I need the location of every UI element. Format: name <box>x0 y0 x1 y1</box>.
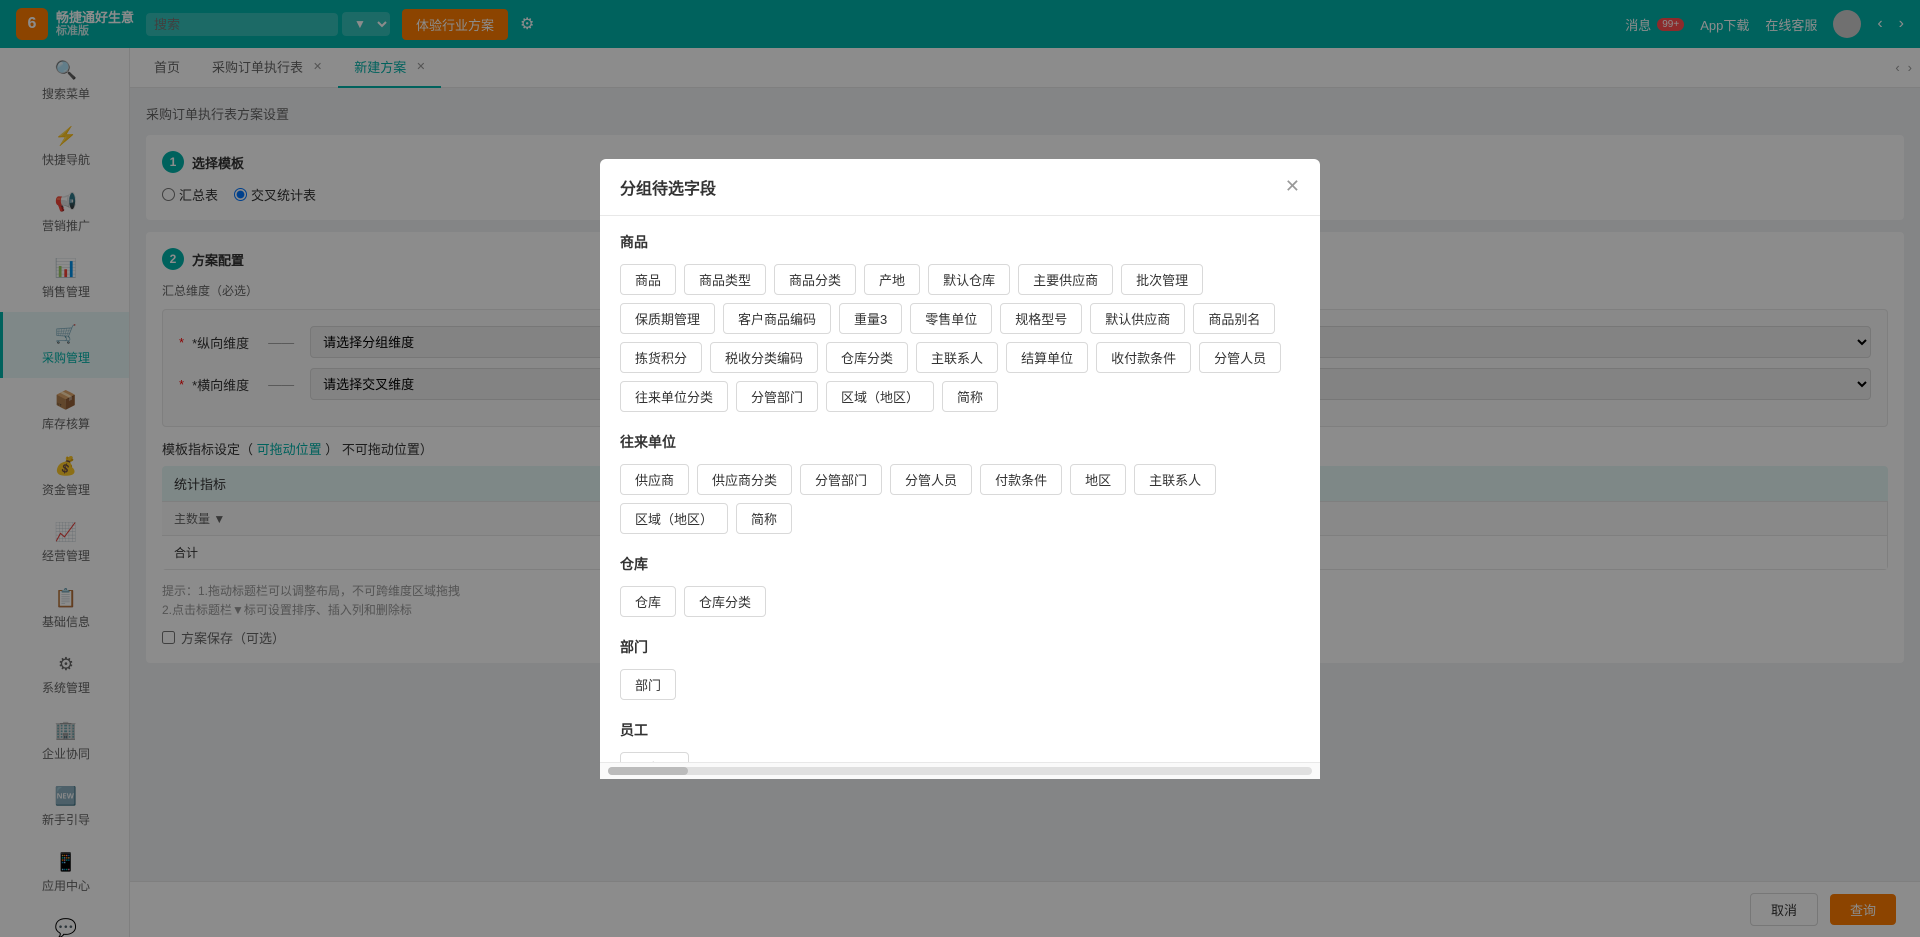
field-tag[interactable]: 结算单位 <box>1006 342 1088 373</box>
field-tag[interactable]: 主联系人 <box>1134 464 1216 495</box>
field-tags-employee: 业务员 <box>620 752 1300 762</box>
field-section-employee: 员工 业务员 <box>620 720 1300 762</box>
field-tag[interactable]: 产地 <box>864 264 920 295</box>
modal-overlay[interactable]: 分组待选字段 ✕ 商品 商品商品类型商品分类产地默认仓库主要供应商批次管理保质期… <box>0 0 1920 937</box>
field-tag[interactable]: 主要供应商 <box>1018 264 1113 295</box>
field-tag[interactable]: 分管人员 <box>1199 342 1281 373</box>
field-tag[interactable]: 保质期管理 <box>620 303 715 334</box>
modal-close-button[interactable]: ✕ <box>1285 176 1300 197</box>
field-tags-goods: 商品商品类型商品分类产地默认仓库主要供应商批次管理保质期管理客户商品编码重量3 零… <box>620 264 1300 412</box>
field-tag[interactable]: 简称 <box>736 503 792 534</box>
modal-header: 分组待选字段 ✕ <box>600 159 1320 216</box>
field-tag[interactable]: 分管部门 <box>800 464 882 495</box>
field-tag[interactable]: 拣货积分 <box>620 342 702 373</box>
section-title-warehouse: 仓库 <box>620 554 1300 574</box>
field-section-partner: 往来单位 供应商供应商分类分管部门分管人员付款条件地区主联系人区域（地区） 简称 <box>620 432 1300 534</box>
field-tag[interactable]: 供应商 <box>620 464 689 495</box>
field-tag[interactable]: 客户商品编码 <box>723 303 831 334</box>
modal-title: 分组待选字段 <box>620 175 716 199</box>
modal-scrollbar[interactable] <box>600 762 1320 779</box>
field-section-department: 部门 部门 <box>620 637 1300 700</box>
field-tag[interactable]: 仓库分类 <box>684 586 766 617</box>
field-tags-department: 部门 <box>620 669 1300 700</box>
field-tag[interactable]: 规格型号 <box>1000 303 1082 334</box>
modal: 分组待选字段 ✕ 商品 商品商品类型商品分类产地默认仓库主要供应商批次管理保质期… <box>600 159 1320 779</box>
field-tag[interactable]: 商品别名 <box>1193 303 1275 334</box>
field-tag[interactable]: 仓库 <box>620 586 676 617</box>
field-tag[interactable]: 付款条件 <box>980 464 1062 495</box>
field-tag[interactable]: 业务员 <box>620 752 689 762</box>
field-tag[interactable]: 默认仓库 <box>928 264 1010 295</box>
field-tag[interactable]: 区域（地区） <box>826 381 934 412</box>
section-title-employee: 员工 <box>620 720 1300 740</box>
field-tag[interactable]: 商品分类 <box>774 264 856 295</box>
field-tags-partner: 供应商供应商分类分管部门分管人员付款条件地区主联系人区域（地区） 简称 <box>620 464 1300 534</box>
field-tag[interactable]: 仓库分类 <box>826 342 908 373</box>
field-tag[interactable]: 重量3 <box>839 303 902 334</box>
field-tag[interactable]: 商品类型 <box>684 264 766 295</box>
field-section-goods: 商品 商品商品类型商品分类产地默认仓库主要供应商批次管理保质期管理客户商品编码重… <box>620 232 1300 412</box>
field-tag[interactable]: 分管人员 <box>890 464 972 495</box>
section-title-goods: 商品 <box>620 232 1300 252</box>
field-tag[interactable]: 地区 <box>1070 464 1126 495</box>
field-tag[interactable]: 商品 <box>620 264 676 295</box>
field-tag[interactable]: 默认供应商 <box>1090 303 1185 334</box>
modal-body: 商品 商品商品类型商品分类产地默认仓库主要供应商批次管理保质期管理客户商品编码重… <box>600 216 1320 762</box>
section-title-department: 部门 <box>620 637 1300 657</box>
field-tag[interactable]: 税收分类编码 <box>710 342 818 373</box>
field-tag[interactable]: 往来单位分类 <box>620 381 728 412</box>
field-tag[interactable]: 简称 <box>942 381 998 412</box>
field-tag[interactable]: 区域（地区） <box>620 503 728 534</box>
field-tag[interactable]: 供应商分类 <box>697 464 792 495</box>
field-tags-warehouse: 仓库仓库分类 <box>620 586 1300 617</box>
field-tag[interactable]: 收付款条件 <box>1096 342 1191 373</box>
field-tag[interactable]: 零售单位 <box>910 303 992 334</box>
field-tag[interactable]: 部门 <box>620 669 676 700</box>
field-tag[interactable]: 分管部门 <box>736 381 818 412</box>
field-tag[interactable]: 批次管理 <box>1121 264 1203 295</box>
field-section-warehouse: 仓库 仓库仓库分类 <box>620 554 1300 617</box>
field-tag[interactable]: 主联系人 <box>916 342 998 373</box>
section-title-partner: 往来单位 <box>620 432 1300 452</box>
